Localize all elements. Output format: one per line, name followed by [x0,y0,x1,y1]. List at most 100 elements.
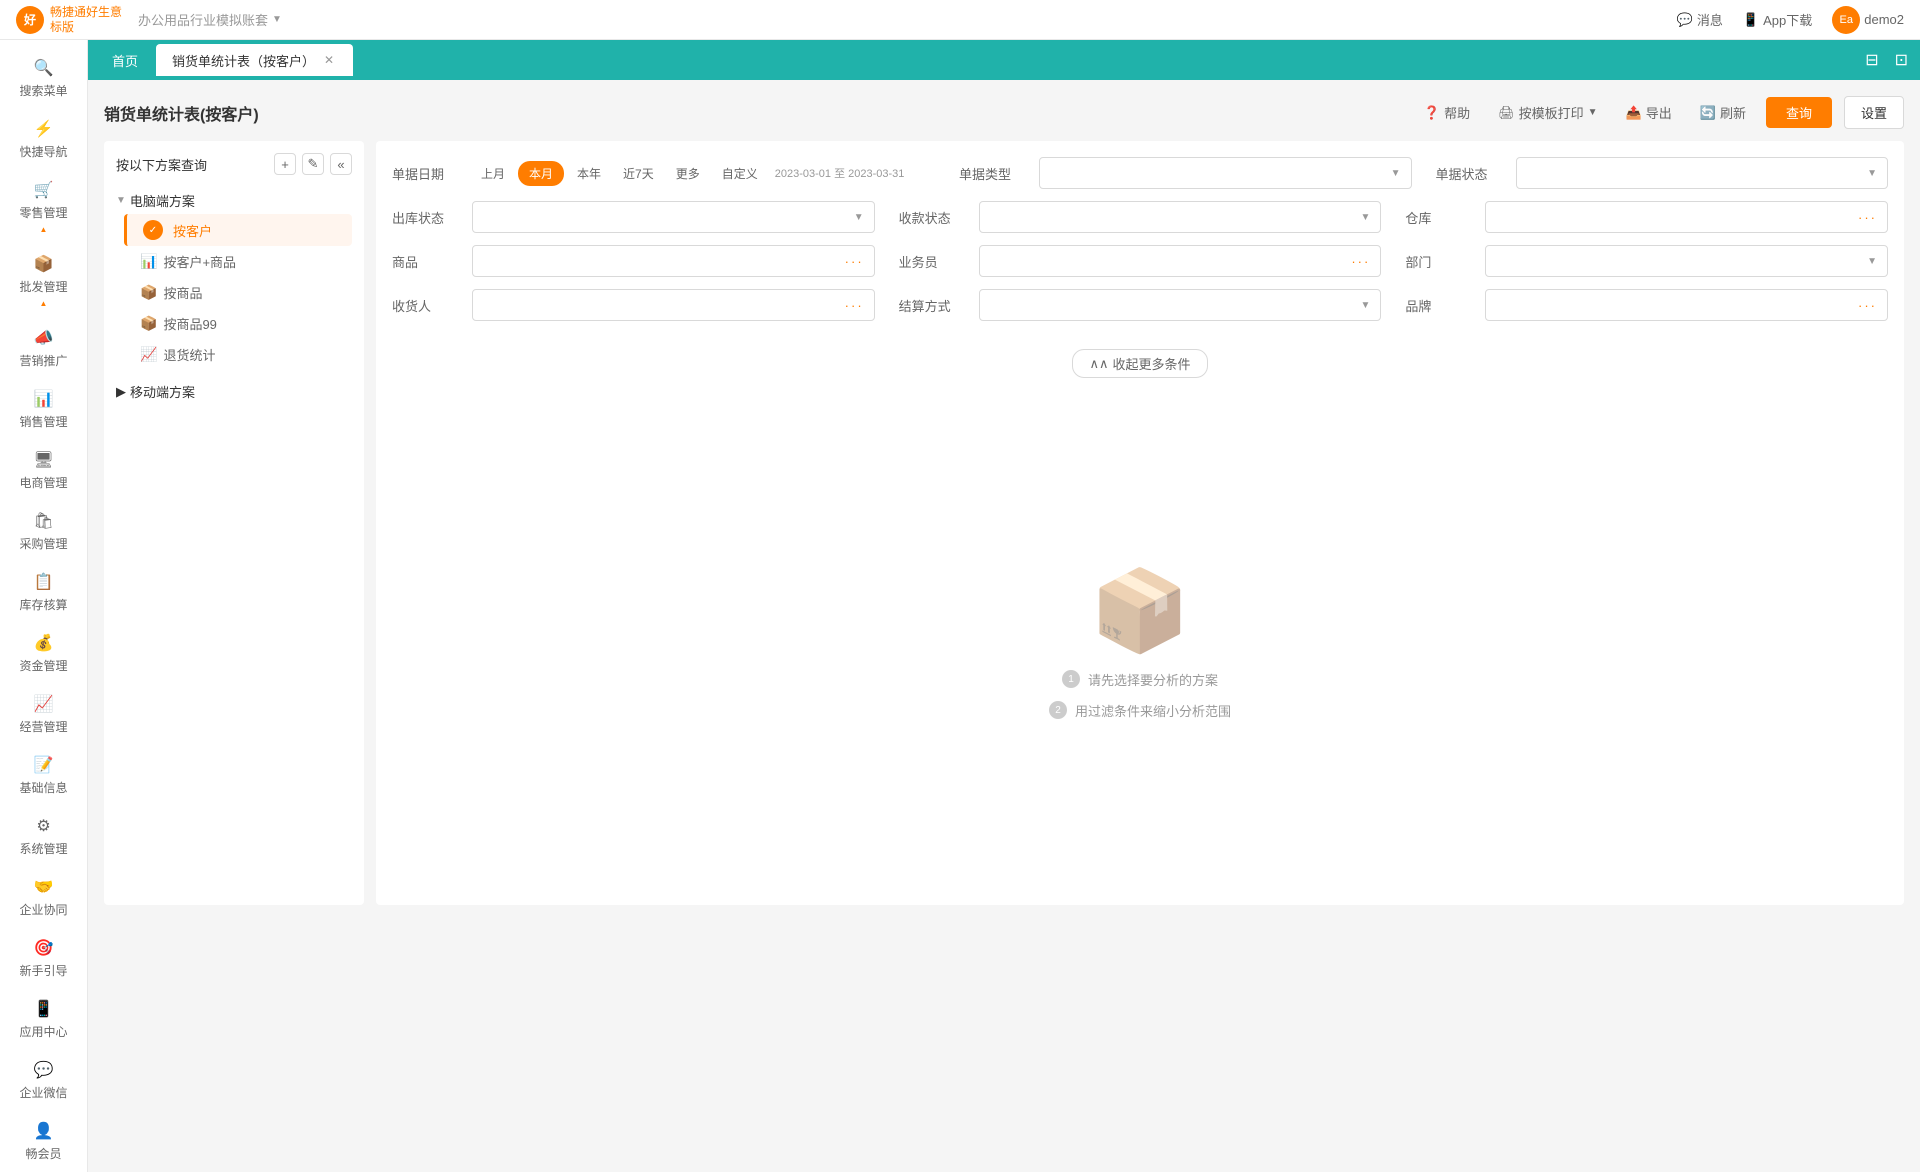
refresh-icon: 🔄 [1700,105,1716,121]
sidebar-item-search[interactable]: 🔍 搜索菜单 [0,48,87,109]
scheme-item-by-goods[interactable]: 📦 按商品 [116,277,352,308]
tab-sales-stat[interactable]: 销货单统计表（按客户） ✕ [156,44,353,76]
goods-select[interactable]: ··· [472,245,875,277]
top-bar: 好 畅捷通好生意 标版 办公用品行业模拟账套 ▼ 💬 消息 📱 App下载 Ea… [0,0,1920,40]
sidebar-item-enterprise[interactable]: 🤝 企业协同 [0,867,87,928]
last-month-btn[interactable]: 上月 [472,161,514,186]
receiver-select[interactable]: ··· [472,289,875,321]
sidebar-item-marketing[interactable]: 📣 营销推广 [0,318,87,379]
out-status-select[interactable]: ▼ [472,201,875,233]
collapse-button[interactable]: ∧∧ 收起更多条件 [1072,349,1207,378]
search-icon: 🔍 [34,58,54,78]
sidebar-item-system[interactable]: ⚙ 系统管理 [0,806,87,867]
page-content: 销货单统计表(按客户) ❓ 帮助 🖨 按模板打印 ▼ 📤 导出 [88,80,1920,1172]
brand-select[interactable]: ··· [1485,289,1888,321]
filter-item-goods: 商品 ··· [392,245,875,277]
newuser-icon: 🎯 [34,938,54,958]
tab-close-icon[interactable]: ✕ [321,52,337,68]
tab-home[interactable]: 首页 [96,44,154,76]
filter-item-doc-status: 单据状态 ▼ [1436,157,1889,189]
scheme-item-by-goods99[interactable]: 📦 按商品99 [116,308,352,339]
edit-scheme-button[interactable]: ✎ [302,153,324,175]
query-button[interactable]: 查询 [1766,97,1832,128]
scheme-item-by-customer-goods[interactable]: 📊 按客户+商品 [116,246,352,277]
settings-button[interactable]: 设置 [1844,96,1904,129]
sidebar-item-sales[interactable]: 📊 销售管理 [0,379,87,440]
scheme-icon1: 📊 [140,253,157,270]
brand-dots: ··· [1858,298,1877,313]
chevron-up-icon: ▲ [40,225,48,234]
sidebar-item-purchase[interactable]: 🛍 采购管理 [0,501,87,562]
scheme-group-mobile-header[interactable]: ▶ 移动端方案 [116,378,352,405]
export-icon: 📤 [1626,105,1642,121]
custom-btn[interactable]: 自定义 [713,161,767,186]
filter-row-3: 商品 ··· 业务员 ··· [392,245,1888,277]
payment-status-select[interactable]: ▼ [979,201,1382,233]
sidebar-item-newuser[interactable]: 🎯 新手引导 [0,928,87,989]
add-scheme-button[interactable]: + [274,153,296,175]
message-button[interactable]: 💬 消息 [1677,10,1723,29]
sidebar-item-operations[interactable]: 📈 经营管理 [0,684,87,745]
scheme-group-desktop: ▼ 电脑端方案 ✓ 按客户 📊 按客户+商品 📦 [116,187,352,370]
logo-text: 畅捷通好生意 标版 [50,5,122,34]
scheme-group-mobile: ▶ 移动端方案 [116,378,352,405]
top-bar-left: 好 畅捷通好生意 标版 办公用品行业模拟账套 ▼ [16,5,290,34]
triangle-right-icon: ▶ [116,384,126,400]
user-profile[interactable]: Ea demo2 [1832,6,1904,34]
date-filter: 上月 本月 本年 近7天 更多 自定义 2023-03-01 至 2023-03… [472,161,904,186]
wholesale-icon: 📦 [34,254,54,274]
more-btn[interactable]: 更多 [667,161,709,186]
filter-item-warehouse: 仓库 ··· [1405,201,1888,233]
scheme-item-return-stat[interactable]: 📈 退货统计 [116,339,352,370]
export-button[interactable]: 📤 导出 [1618,99,1680,126]
filter-item-settlement: 结算方式 ▼ [899,289,1382,321]
body-split: 按以下方案查询 + ✎ « ▼ 电脑端方案 [104,141,1904,905]
this-year-btn[interactable]: 本年 [568,161,610,186]
scheme-item-by-customer[interactable]: ✓ 按客户 [124,214,352,246]
sidebar-item-basic[interactable]: 📝 基础信息 [0,745,87,806]
app-selector[interactable]: 办公用品行业模拟账套 ▼ [130,6,290,33]
sidebar-item-retail[interactable]: 🛒 零售管理 ▲ [0,170,87,244]
last7days-btn[interactable]: 近7天 [614,161,663,186]
filter-row-2: 出库状态 ▼ 收款状态 ▼ [392,201,1888,233]
empty-illustration: 📦 [1090,564,1190,658]
chevron-down-icon7: ▼ [1867,256,1877,267]
collapse-panel-button[interactable]: « [330,153,352,175]
warehouse-select[interactable]: ··· [1485,201,1888,233]
sidebar-item-appcenter[interactable]: 📱 应用中心 [0,989,87,1050]
collapse-area: ∧∧ 收起更多条件 [392,349,1888,378]
sidebar-item-wholesale[interactable]: 📦 批发管理 ▲ [0,244,87,318]
left-panel: 按以下方案查询 + ✎ « ▼ 电脑端方案 [104,141,364,905]
minimize-icon[interactable]: ⊟ [1861,46,1882,74]
step-num-2: 2 [1049,701,1067,719]
doc-type-select[interactable]: ▼ [1039,157,1412,189]
doc-status-select[interactable]: ▼ [1516,157,1889,189]
sidebar-item-inventory[interactable]: 📋 库存核算 [0,562,87,623]
sidebar-item-finance[interactable]: 💰 资金管理 [0,623,87,684]
retail-icon: 🛒 [34,180,54,200]
sidebar-item-ecommerce[interactable]: 🖥 电商管理 [0,440,87,501]
scheme-group-desktop-header[interactable]: ▼ 电脑端方案 [116,187,352,214]
chevron-down-icon4: ▼ [1867,168,1877,179]
purchase-icon: 🛍 [33,511,53,531]
step-num-1: 1 [1062,670,1080,688]
app-download-button[interactable]: 📱 App下载 [1743,10,1812,29]
department-select[interactable]: ▼ [1485,245,1888,277]
salesperson-dots: ··· [1351,254,1370,269]
sidebar-item-member[interactable]: 👤 畅会员 [0,1111,87,1172]
template-print-button[interactable]: 🖨 按模板打印 ▼ [1490,99,1605,126]
settlement-select[interactable]: ▼ [979,289,1382,321]
refresh-button[interactable]: 🔄 刷新 [1692,99,1754,126]
triangle-down-icon: ▼ [116,195,126,206]
top-bar-right: 💬 消息 📱 App下载 Ea demo2 [1677,6,1904,34]
filter-item-brand: 品牌 ··· [1405,289,1888,321]
sidebar-item-weixin[interactable]: 💬 企业微信 [0,1050,87,1111]
this-month-btn[interactable]: 本月 [518,161,564,186]
receiver-dots: ··· [845,298,864,313]
left-panel-actions: + ✎ « [274,153,352,175]
maximize-icon[interactable]: ⊡ [1891,46,1912,74]
sidebar-item-quick-nav[interactable]: ⚡ 快捷导航 [0,109,87,170]
filter-area: 单据日期 上月 本月 本年 近7天 更多 自定义 2023-03-01 至 20… [392,157,1888,333]
help-button[interactable]: ❓ 帮助 [1416,99,1478,126]
salesperson-select[interactable]: ··· [979,245,1382,277]
